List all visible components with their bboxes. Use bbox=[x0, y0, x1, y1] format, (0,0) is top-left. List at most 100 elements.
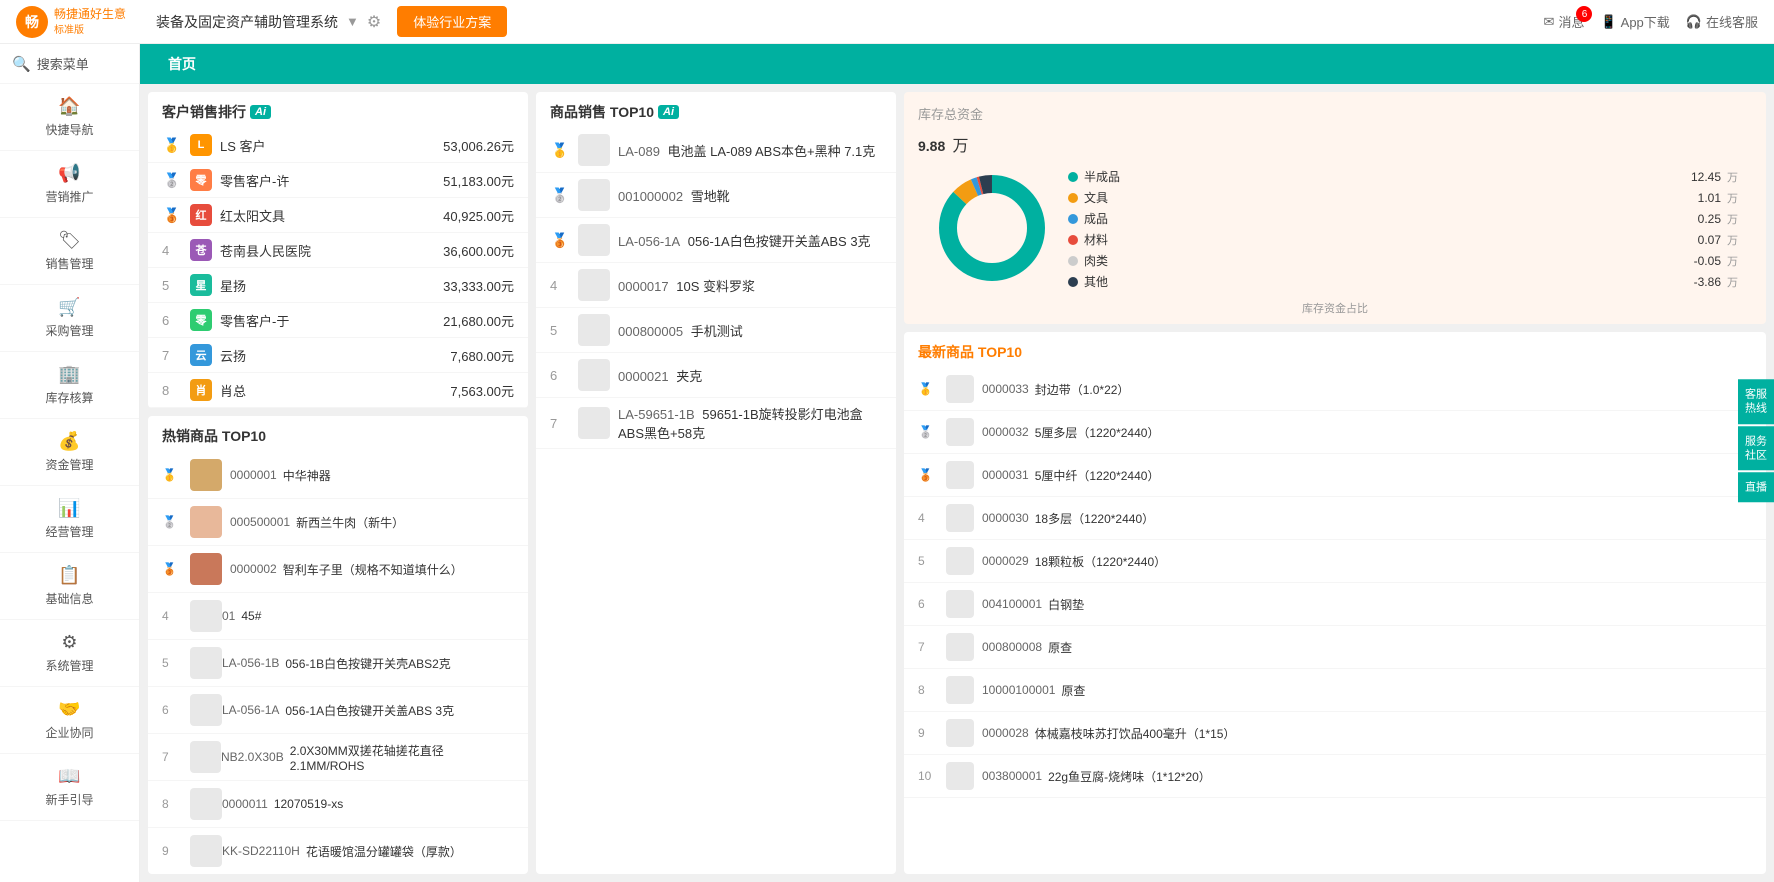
top-sales-ai-badge: Ai bbox=[658, 105, 679, 119]
settings-icon[interactable]: ⚙ bbox=[367, 12, 381, 32]
new-rank-3: 🥉 bbox=[918, 468, 938, 482]
new-item-7: 7 000800008 原查 bbox=[904, 626, 1766, 669]
sidebar-item-system[interactable]: ⚙ 系统管理 bbox=[0, 620, 139, 687]
rank-medal-2: 零 bbox=[190, 169, 212, 191]
new-item-10: 10 003800001 22g鱼豆腐-烧烤味（1*12*20） bbox=[904, 755, 1766, 798]
rank-item-7: 7 云 云扬 7,680.00元 bbox=[148, 338, 528, 373]
sales-info-6: 0000021 夹克 bbox=[618, 366, 882, 385]
content: 首页 客户销售排行 Ai 🥇 L LS 客户 53,006 bbox=[140, 44, 1774, 882]
right-column: 库存总资金 9.88 万 bbox=[904, 92, 1766, 874]
rank-medal-8: 肖 bbox=[190, 379, 212, 401]
new-name-7: 原查 bbox=[1048, 639, 1072, 656]
online-service-button[interactable]: 🎧 在线客服 bbox=[1686, 12, 1758, 31]
float-btn-service[interactable]: 客服 热线 bbox=[1738, 379, 1774, 424]
sales-info-5: 000800005 手机测试 bbox=[618, 321, 882, 340]
purchase-icon: 🛒 bbox=[58, 297, 80, 318]
top-sales-item-4: 4 0000017 10S 变料罗浆 bbox=[536, 263, 896, 308]
inventory-header: 库存总资金 9.88 万 bbox=[918, 104, 1752, 158]
rank-item-1: 🥇 L LS 客户 53,006.26元 bbox=[148, 128, 528, 163]
top-sales-panel: 商品销售 TOP10 Ai 🥇 LA-089 电池盖 LA-089 ABS本色+… bbox=[536, 92, 896, 874]
sidebar-item-inventory[interactable]: 🏢 库存核算 bbox=[0, 352, 139, 419]
logo-text-block: 畅捷通好生意 标准版 bbox=[54, 7, 126, 36]
legend-val-0: 12.45 bbox=[1691, 170, 1721, 184]
inventory-unit: 万 bbox=[952, 138, 968, 155]
new-code-2: 0000032 bbox=[982, 425, 1029, 439]
trial-button[interactable]: 体验行业方案 bbox=[397, 6, 507, 37]
legend-unit-2: 万 bbox=[1727, 211, 1738, 227]
sidebar-item-basic[interactable]: 📋 基础信息 bbox=[0, 553, 139, 620]
hot-rank-8: 8 bbox=[162, 797, 182, 811]
sidebar-item-operation[interactable]: 📊 经营管理 bbox=[0, 486, 139, 553]
sales-info-3: LA-056-1A 056-1A白色按键开关盖ABS 3克 bbox=[618, 231, 882, 250]
app-download-button[interactable]: 📱 App下载 bbox=[1600, 12, 1669, 31]
search-menu[interactable]: 🔍 搜索菜单 bbox=[0, 44, 139, 84]
new-products-title-bar: 最新商品 TOP10 bbox=[904, 332, 1766, 368]
sidebar-item-sales[interactable]: 🏷 销售管理 bbox=[0, 218, 139, 285]
hot-item-1: 🥇 0000001 中华神器 bbox=[148, 452, 528, 499]
new-item-6: 6 004100001 白钢垫 bbox=[904, 583, 1766, 626]
hot-item-6: 6 LA-056-1A 056-1A白色按键开关盖ABS 3克 bbox=[148, 687, 528, 734]
ai-badge: Ai bbox=[250, 105, 271, 119]
legend-item-0: 半成品 12.45 万 bbox=[1068, 168, 1738, 185]
sidebar-item-quick-nav[interactable]: 🏠 快捷导航 bbox=[0, 84, 139, 151]
float-btn-live[interactable]: 直播 bbox=[1738, 472, 1774, 502]
legend-unit-0: 万 bbox=[1727, 169, 1738, 185]
legend-name-1: 文具 bbox=[1084, 189, 1692, 206]
float-btn-community[interactable]: 服务 社区 bbox=[1738, 426, 1774, 471]
inventory-amount: 9.88 万 bbox=[918, 127, 983, 158]
sales-img-1 bbox=[578, 134, 610, 166]
sales-img-2 bbox=[578, 179, 610, 211]
hot-name-4: 45# bbox=[241, 609, 261, 623]
new-rank-5: 5 bbox=[918, 554, 938, 568]
legend-name-5: 其他 bbox=[1084, 273, 1688, 290]
messages-button[interactable]: ✉ 消息 6 bbox=[1544, 12, 1585, 31]
legend-dot-5 bbox=[1068, 277, 1078, 287]
system-arrow-icon[interactable]: ▼ bbox=[346, 14, 359, 29]
sales-info-2: 001000002 雪地靴 bbox=[618, 186, 882, 205]
trophy-icon-3: 🥉 bbox=[162, 207, 182, 224]
legend-unit-5: 万 bbox=[1727, 274, 1738, 290]
new-products-top-label: TOP10 bbox=[978, 344, 1022, 360]
hot-code-8: 0000011 bbox=[222, 797, 268, 811]
new-item-5: 5 0000029 18颗粒板（1220*2440） bbox=[904, 540, 1766, 583]
legend-item-1: 文具 1.01 万 bbox=[1068, 189, 1738, 206]
hot-products-panel: 热销商品 TOP10 🥇 0000001 中华神器 🥈 000500001 bbox=[148, 416, 528, 874]
legend-unit-4: 万 bbox=[1727, 253, 1738, 269]
hot-item-5: 5 LA-056-1B 056-1B白色按键开关壳ABS2克 bbox=[148, 640, 528, 687]
hot-code-6: LA-056-1A bbox=[222, 703, 279, 717]
sales-info-7: LA-59651-1B 59651-1B旋转投影灯电池盒ABS黑色+58克 bbox=[618, 404, 882, 442]
tab-home[interactable]: 首页 bbox=[156, 44, 208, 84]
new-img-3 bbox=[946, 461, 974, 489]
new-rank-7: 7 bbox=[918, 640, 938, 654]
legend-item-2: 成品 0.25 万 bbox=[1068, 210, 1738, 227]
sidebar-item-guide[interactable]: 📖 新手引导 bbox=[0, 754, 139, 821]
hot-rank-3: 🥉 bbox=[162, 562, 182, 576]
new-name-3: 5厘中纤（1220*2440） bbox=[1035, 467, 1160, 484]
new-code-4: 0000030 bbox=[982, 511, 1029, 525]
basic-icon: 📋 bbox=[58, 565, 80, 586]
new-rank-4: 4 bbox=[918, 511, 938, 525]
sidebar-item-purchase[interactable]: 🛒 采购管理 bbox=[0, 285, 139, 352]
sidebar-item-finance[interactable]: 💰 资金管理 bbox=[0, 419, 139, 486]
legend-unit-1: 万 bbox=[1727, 190, 1738, 206]
new-img-5 bbox=[946, 547, 974, 575]
new-name-10: 22g鱼豆腐-烧烤味（1*12*20） bbox=[1048, 768, 1211, 785]
new-code-7: 000800008 bbox=[982, 640, 1042, 654]
logo-icon: 畅 bbox=[16, 6, 48, 38]
hot-products-title-bar: 热销商品 TOP10 bbox=[148, 416, 528, 452]
top-sales-item-3: 🥉 LA-056-1A 056-1A白色按键开关盖ABS 3克 bbox=[536, 218, 896, 263]
topbar: 畅 畅捷通好生意 标准版 装备及固定资产辅助管理系统 ▼ ⚙ 体验行业方案 ✉ … bbox=[0, 0, 1774, 44]
customer-ranking-panel: 客户销售排行 Ai 🥇 L LS 客户 53,006.26元 🥈 零 bbox=[148, 92, 528, 408]
rank-name-4: 苍南县人民医院 bbox=[220, 241, 443, 260]
new-rank-6: 6 bbox=[918, 597, 938, 611]
top-sales-item-5: 5 000800005 手机测试 bbox=[536, 308, 896, 353]
sidebar-item-enterprise[interactable]: 🤝 企业协同 bbox=[0, 687, 139, 754]
hot-item-3: 🥉 0000002 智利车子里（规格不知道填什么） bbox=[148, 546, 528, 593]
hot-img-2 bbox=[190, 506, 222, 538]
sidebar-item-marketing[interactable]: 📢 营销推广 bbox=[0, 151, 139, 218]
legend-val-2: 0.25 bbox=[1698, 212, 1721, 226]
new-img-7 bbox=[946, 633, 974, 661]
hot-item-9: 9 KK-SD22110H 花语暖馆温分罐罐袋（厚款） bbox=[148, 828, 528, 874]
content-body: 客户销售排行 Ai 🥇 L LS 客户 53,006.26元 🥈 零 bbox=[140, 84, 1774, 882]
rank-medal-5: 星 bbox=[190, 274, 212, 296]
